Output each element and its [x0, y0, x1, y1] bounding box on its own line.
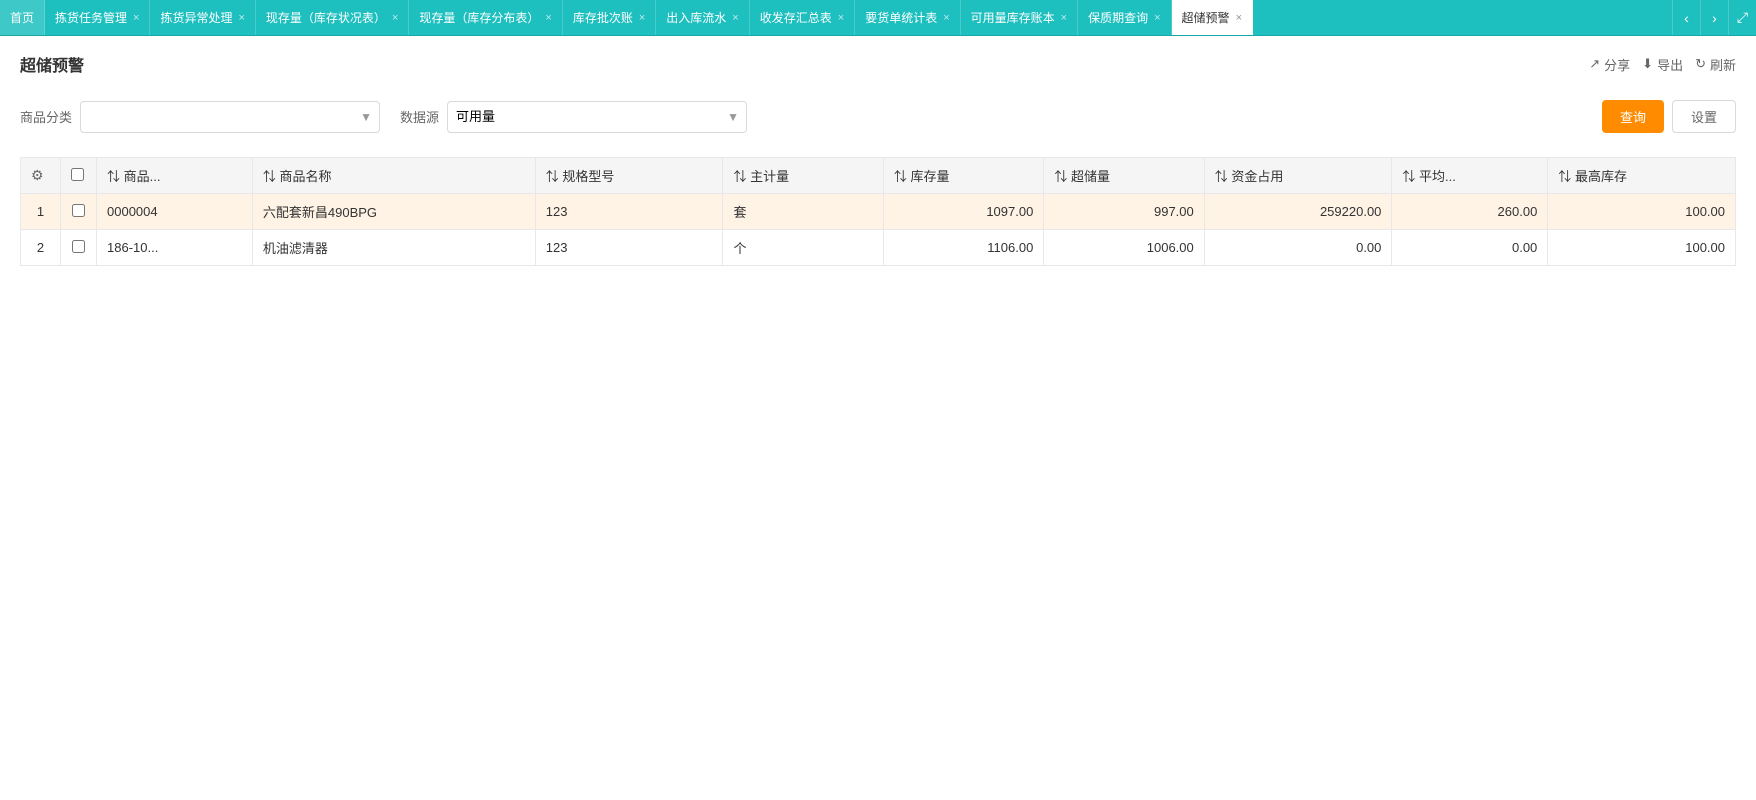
query-button[interactable]: 查询 — [1602, 100, 1664, 133]
nav-prev-button[interactable]: ‹ — [1672, 0, 1700, 36]
nav-tab-home[interactable]: 首页 — [0, 0, 45, 36]
close-icon[interactable]: × — [1236, 12, 1242, 24]
page-content: 超储预警 ↗ 分享 ⬇ 导出 ↻ 刷新 商品分类 ▼ — [0, 36, 1756, 800]
cell-stock: 1097.00 — [883, 194, 1043, 230]
cell-product-code: 186-10... — [97, 230, 253, 266]
table-row: 2 186-10... 机油滤清器 123 个 1106.00 1006.00 … — [21, 230, 1736, 266]
cell-unit: 套 — [723, 194, 883, 230]
row-index: 2 — [21, 230, 61, 266]
cell-avg: 260.00 — [1392, 194, 1548, 230]
nav-tab-pick-task[interactable]: 拣货任务管理 × — [45, 0, 150, 36]
nav-tab-flow[interactable]: 出入库流水 × — [656, 0, 749, 36]
cell-max-stock: 100.00 — [1548, 194, 1736, 230]
gear-icon[interactable]: ⚙ — [31, 167, 44, 183]
close-icon[interactable]: × — [545, 12, 551, 24]
datasource-label: 数据源 — [400, 107, 439, 126]
th-gear: ⚙ — [21, 158, 61, 194]
cell-spec: 123 — [535, 194, 723, 230]
cell-max-stock: 100.00 — [1548, 230, 1736, 266]
th-max-stock[interactable]: ⇅ 最高库存 — [1548, 158, 1736, 194]
close-icon[interactable]: × — [943, 12, 949, 24]
nav-tab-batch[interactable]: 库存批次账 × — [563, 0, 656, 36]
nav-tab-available[interactable]: 可用量库存账本 × — [961, 0, 1078, 36]
page-header: 超储预警 ↗ 分享 ⬇ 导出 ↻ 刷新 — [20, 52, 1736, 76]
th-stock[interactable]: ⇅ 库存量 — [883, 158, 1043, 194]
th-product-name[interactable]: ⇅ 商品名称 — [252, 158, 535, 194]
page-title: 超储预警 — [20, 52, 84, 76]
cell-spec: 123 — [535, 230, 723, 266]
close-icon[interactable]: × — [238, 12, 244, 24]
th-avg[interactable]: ⇅ 平均... — [1392, 158, 1548, 194]
table-header-row: ⚙ ⇅ 商品... ⇅ 商品名称 ⇅ 规格型号 ⇅ — [21, 158, 1736, 194]
row-checkbox-cell — [61, 194, 97, 230]
cell-product-name: 六配套新昌490BPG — [252, 194, 535, 230]
row-checkbox[interactable] — [72, 204, 85, 217]
datasource-filter: 数据源 可用量 ▼ — [400, 101, 747, 133]
cell-product-name: 机油滤清器 — [252, 230, 535, 266]
close-icon[interactable]: × — [639, 12, 645, 24]
category-label: 商品分类 — [20, 107, 72, 126]
nav-arrows: ‹ › ⤢ — [1672, 0, 1756, 36]
cell-capital: 259220.00 — [1204, 194, 1392, 230]
settings-button[interactable]: 设置 — [1672, 100, 1736, 133]
th-spec[interactable]: ⇅ 规格型号 — [535, 158, 723, 194]
close-icon[interactable]: × — [838, 12, 844, 24]
nav-expand-button[interactable]: ⤢ — [1728, 0, 1756, 36]
table-row: 1 0000004 六配套新昌490BPG 123 套 1097.00 997.… — [21, 194, 1736, 230]
nav-next-button[interactable]: › — [1700, 0, 1728, 36]
close-icon[interactable]: × — [392, 12, 398, 24]
th-product-code[interactable]: ⇅ 商品... — [97, 158, 253, 194]
data-table: ⚙ ⇅ 商品... ⇅ 商品名称 ⇅ 规格型号 ⇅ — [20, 157, 1736, 266]
th-capital[interactable]: ⇅ 资金占用 — [1204, 158, 1392, 194]
cell-capital: 0.00 — [1204, 230, 1392, 266]
close-icon[interactable]: × — [1061, 12, 1067, 24]
select-all-checkbox[interactable] — [71, 168, 84, 181]
close-icon[interactable]: × — [732, 12, 738, 24]
header-actions: ↗ 分享 ⬇ 导出 ↻ 刷新 — [1589, 55, 1736, 74]
th-checkbox — [61, 158, 97, 194]
refresh-icon: ↻ — [1695, 56, 1706, 72]
export-icon: ⬇ — [1642, 56, 1653, 72]
nav-tab-pick-exception[interactable]: 拣货异常处理 × — [150, 0, 255, 36]
share-button[interactable]: ↗ 分享 — [1589, 55, 1630, 74]
nav-tab-inventory-status[interactable]: 现存量（库存状况表） × — [256, 0, 409, 36]
row-checkbox[interactable] — [72, 240, 85, 253]
category-select-wrapper: ▼ — [80, 101, 380, 133]
datasource-select[interactable]: 可用量 — [447, 101, 747, 133]
cell-product-code: 0000004 — [97, 194, 253, 230]
th-over-stock[interactable]: ⇅ 超储量 — [1044, 158, 1204, 194]
datasource-select-wrapper: 可用量 ▼ — [447, 101, 747, 133]
category-filter: 商品分类 ▼ — [20, 101, 380, 133]
nav-tab-overstock[interactable]: 超储预警 × — [1172, 0, 1253, 36]
filter-bar: 商品分类 ▼ 数据源 可用量 ▼ 查询 设置 — [20, 92, 1736, 141]
share-icon: ↗ — [1589, 56, 1600, 72]
export-button[interactable]: ⬇ 导出 — [1642, 55, 1683, 74]
refresh-button[interactable]: ↻ 刷新 — [1695, 55, 1736, 74]
cell-over-stock: 997.00 — [1044, 194, 1204, 230]
nav-tab-summary[interactable]: 收发存汇总表 × — [750, 0, 855, 36]
table-body: 1 0000004 六配套新昌490BPG 123 套 1097.00 997.… — [21, 194, 1736, 266]
cell-over-stock: 1006.00 — [1044, 230, 1204, 266]
nav-tab-inventory-dist[interactable]: 现存量（库存分布表） × — [409, 0, 562, 36]
nav-tab-expiry[interactable]: 保质期查询 × — [1078, 0, 1171, 36]
row-index: 1 — [21, 194, 61, 230]
cell-unit: 个 — [723, 230, 883, 266]
close-icon[interactable]: × — [1154, 12, 1160, 24]
category-select[interactable] — [80, 101, 380, 133]
close-icon[interactable]: × — [133, 12, 139, 24]
th-unit[interactable]: ⇅ 主计量 — [723, 158, 883, 194]
top-nav: 首页 拣货任务管理 × 拣货异常处理 × 现存量（库存状况表） × 现存量（库存… — [0, 0, 1756, 36]
nav-tab-order-stats[interactable]: 要货单统计表 × — [855, 0, 960, 36]
cell-avg: 0.00 — [1392, 230, 1548, 266]
row-checkbox-cell — [61, 230, 97, 266]
cell-stock: 1106.00 — [883, 230, 1043, 266]
